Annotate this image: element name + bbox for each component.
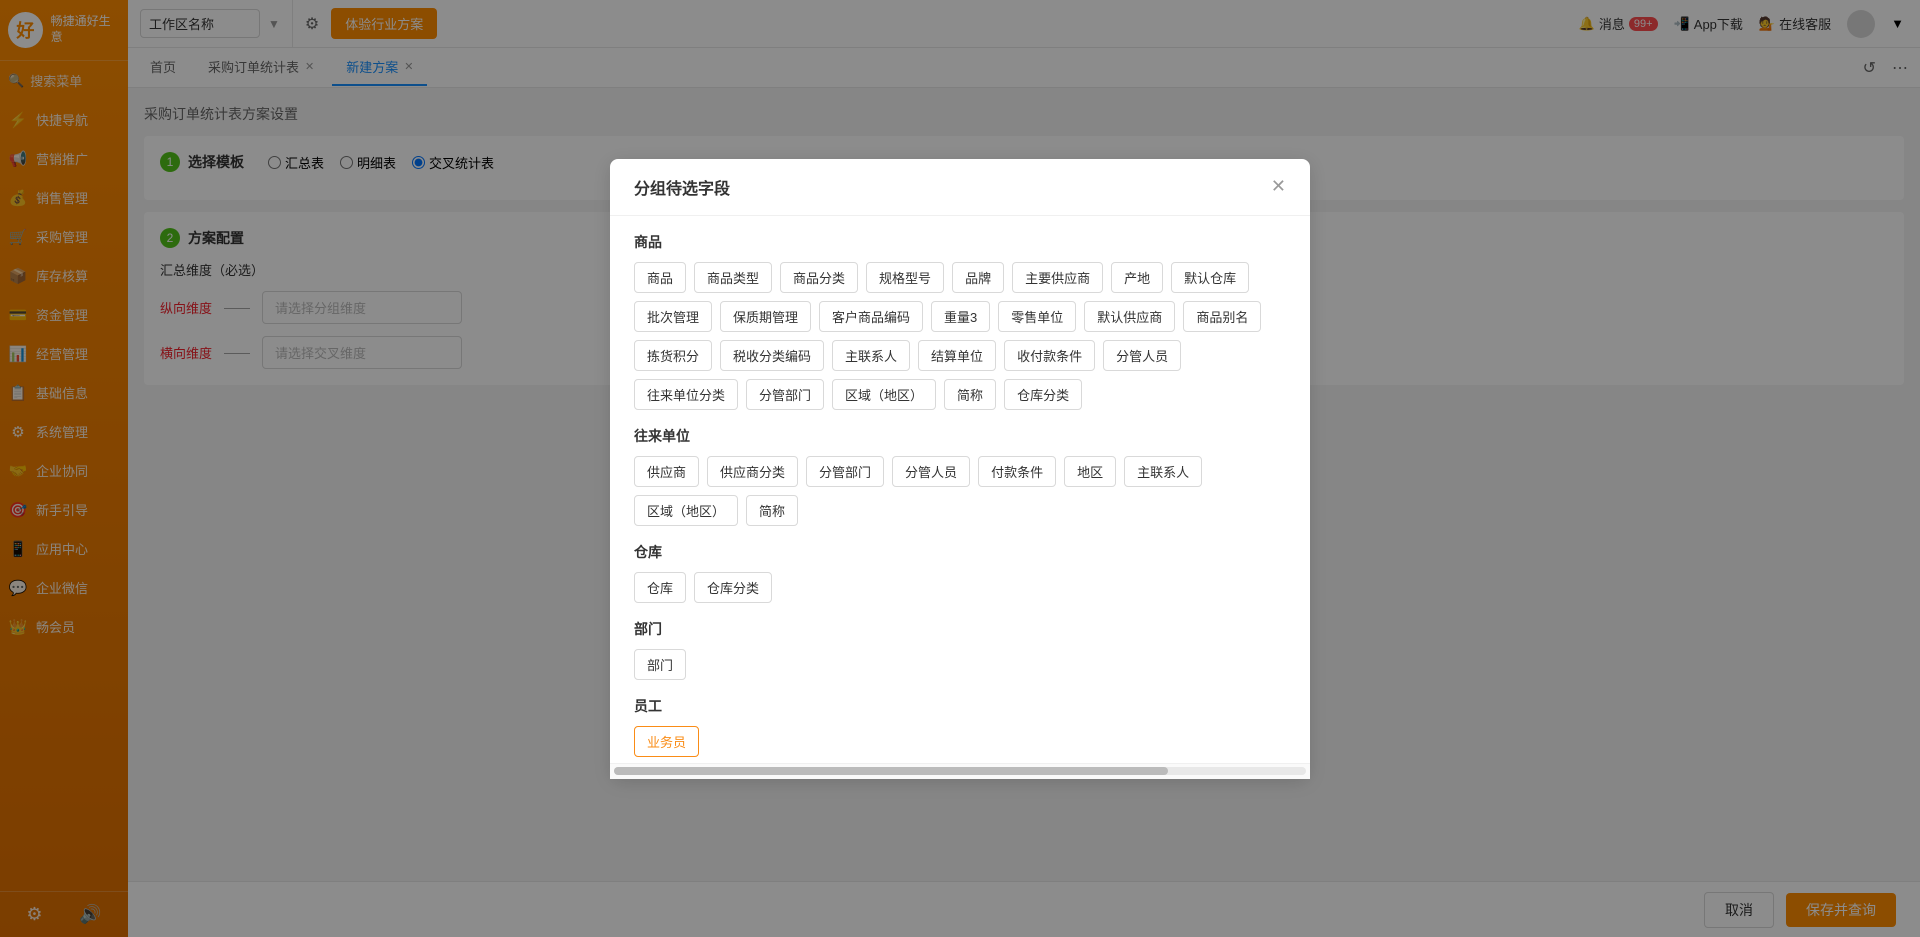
tag-goods[interactable]: 商品 (634, 262, 686, 293)
tag-dept-mgmt[interactable]: 分管部门 (746, 379, 824, 410)
tag-default-warehouse[interactable]: 默认仓库 (1171, 262, 1249, 293)
tag-salesman[interactable]: 业务员 (634, 726, 699, 757)
section-department: 部门 部门 (634, 619, 1286, 680)
tag-tax-code[interactable]: 税收分类编码 (720, 340, 824, 371)
tag-warehouse-category[interactable]: 仓库分类 (1004, 379, 1082, 410)
tag-default-supplier[interactable]: 默认供应商 (1084, 301, 1175, 332)
section-warehouse: 仓库 仓库 仓库分类 (634, 542, 1286, 603)
tag-supplier-category[interactable]: 供应商分类 (707, 456, 798, 487)
tag-batch-mgmt[interactable]: 批次管理 (634, 301, 712, 332)
tag-payment-terms[interactable]: 收付款条件 (1004, 340, 1095, 371)
section-goods: 商品 商品 商品类型 商品分类 规格型号 品牌 主要供应商 产地 默认仓库 批次… (634, 232, 1286, 410)
tag-wh[interactable]: 仓库 (634, 572, 686, 603)
tag-short-name[interactable]: 简称 (944, 379, 996, 410)
tag-main-contact[interactable]: 主联系人 (832, 340, 910, 371)
tag-short-name2[interactable]: 简称 (746, 495, 798, 526)
tag-supplier[interactable]: 供应商 (634, 456, 699, 487)
section-warehouse-title: 仓库 (634, 542, 1286, 562)
tag-customer-code[interactable]: 客户商品编码 (819, 301, 923, 332)
tag-wh-category[interactable]: 仓库分类 (694, 572, 772, 603)
section-partner: 往来单位 供应商 供应商分类 分管部门 分管人员 付款条件 地区 主联系人 区域… (634, 426, 1286, 526)
section-warehouse-tags: 仓库 仓库分类 (634, 572, 1286, 603)
section-department-tags: 部门 (634, 649, 1286, 680)
tag-payment-cond[interactable]: 付款条件 (978, 456, 1056, 487)
tag-area[interactable]: 地区 (1064, 456, 1116, 487)
tag-dept[interactable]: 部门 (634, 649, 686, 680)
tag-pick-score[interactable]: 拣货积分 (634, 340, 712, 371)
tag-brand[interactable]: 品牌 (952, 262, 1004, 293)
tag-settle-unit[interactable]: 结算单位 (918, 340, 996, 371)
tag-goods-alias[interactable]: 商品别名 (1183, 301, 1261, 332)
tag-origin[interactable]: 产地 (1111, 262, 1163, 293)
modal-overlay: 分组待选字段 ✕ 商品 商品 商品类型 商品分类 规格型号 品牌 主要供应商 产… (0, 0, 1920, 937)
modal-body: 商品 商品 商品类型 商品分类 规格型号 品牌 主要供应商 产地 默认仓库 批次… (610, 216, 1310, 763)
tag-weight3[interactable]: 重量3 (931, 301, 990, 332)
tag-manager[interactable]: 分管人员 (1103, 340, 1181, 371)
tag-main-supplier[interactable]: 主要供应商 (1012, 262, 1103, 293)
modal-scrollbar-bar (610, 763, 1310, 779)
tag-partner-manager[interactable]: 分管人员 (892, 456, 970, 487)
tag-main-contact2[interactable]: 主联系人 (1124, 456, 1202, 487)
section-department-title: 部门 (634, 619, 1286, 639)
modal-title: 分组待选字段 (634, 175, 730, 199)
tag-area-region2[interactable]: 区域（地区） (634, 495, 738, 526)
section-partner-tags: 供应商 供应商分类 分管部门 分管人员 付款条件 地区 主联系人 区域（地区） … (634, 456, 1286, 526)
section-goods-tags: 商品 商品类型 商品分类 规格型号 品牌 主要供应商 产地 默认仓库 批次管理 … (634, 262, 1286, 410)
section-staff: 员工 业务员 (634, 696, 1286, 757)
tag-source-unit-category[interactable]: 往来单位分类 (634, 379, 738, 410)
section-partner-title: 往来单位 (634, 426, 1286, 446)
modal-close-button[interactable]: ✕ (1271, 176, 1286, 197)
tag-partner-dept[interactable]: 分管部门 (806, 456, 884, 487)
section-goods-title: 商品 (634, 232, 1286, 252)
tag-goods-type[interactable]: 商品类型 (694, 262, 772, 293)
tag-retail-unit[interactable]: 零售单位 (998, 301, 1076, 332)
tag-spec-type[interactable]: 规格型号 (866, 262, 944, 293)
field-selector-modal: 分组待选字段 ✕ 商品 商品 商品类型 商品分类 规格型号 品牌 主要供应商 产… (610, 159, 1310, 779)
tag-goods-category[interactable]: 商品分类 (780, 262, 858, 293)
section-staff-title: 员工 (634, 696, 1286, 716)
tag-area-region[interactable]: 区域（地区） (832, 379, 936, 410)
tag-expiry-mgmt[interactable]: 保质期管理 (720, 301, 811, 332)
modal-header: 分组待选字段 ✕ (610, 159, 1310, 216)
section-staff-tags: 业务员 (634, 726, 1286, 757)
